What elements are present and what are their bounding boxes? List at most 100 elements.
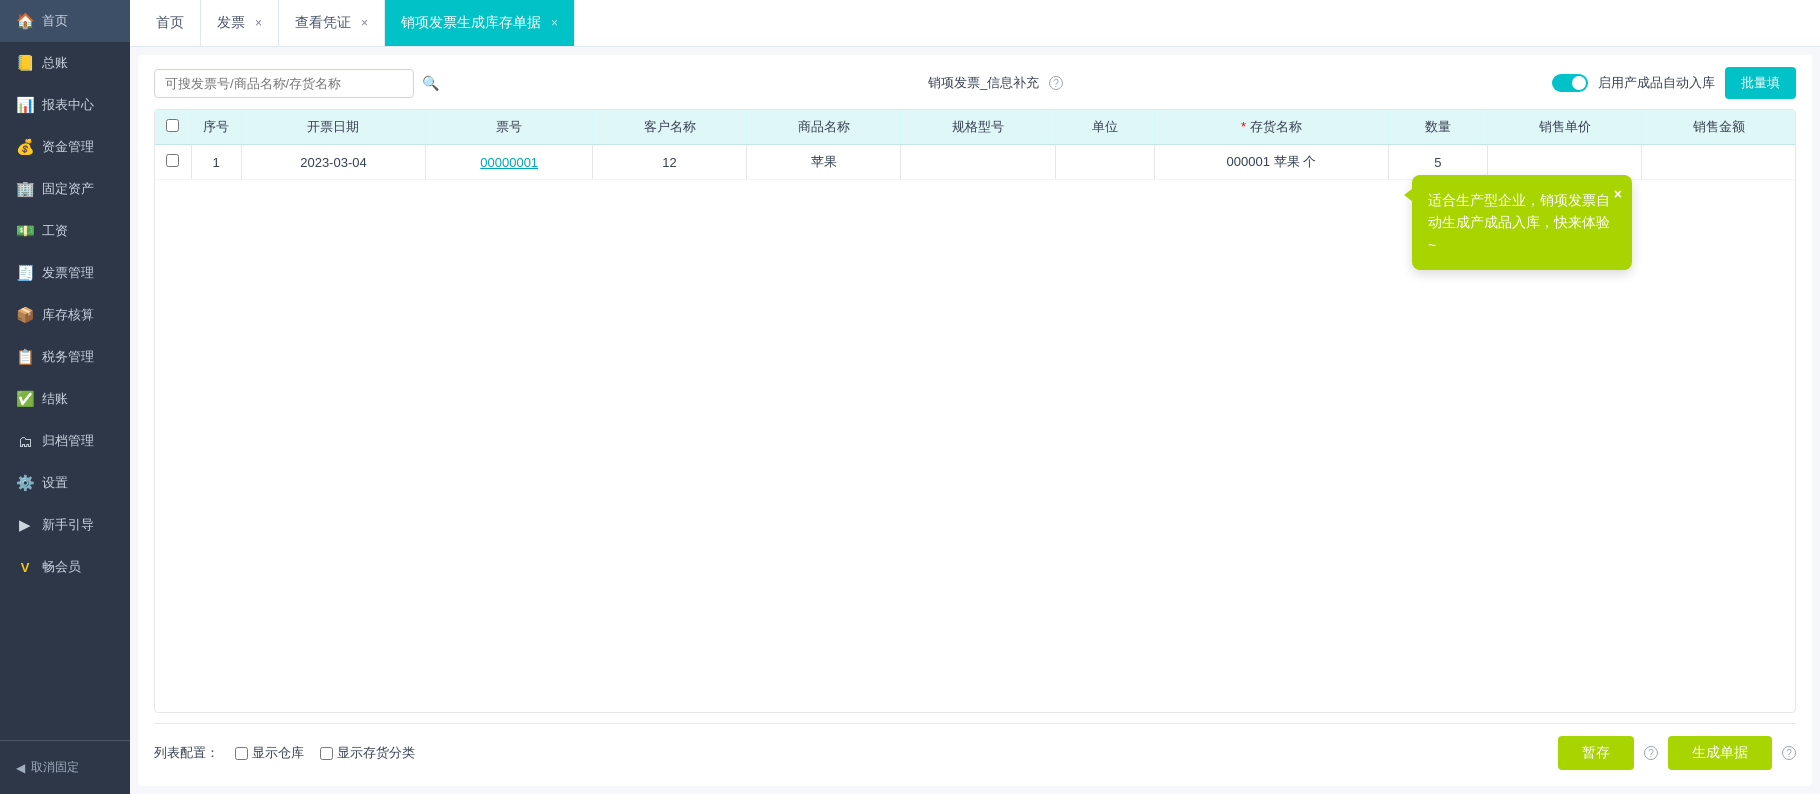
bottom-actions: 暂存 ? 生成单据 ? <box>1558 736 1796 770</box>
sidebar-item-reports[interactable]: 📊 报表中心 <box>0 84 130 126</box>
row-product: 苹果 <box>747 145 901 180</box>
show-warehouse-checkbox[interactable] <box>235 747 248 760</box>
info-area: 销项发票_信息补充 ? <box>928 74 1063 92</box>
tab-voucher-close[interactable]: × <box>361 16 368 30</box>
sidebar-item-invoice-mgmt[interactable]: 🧾 发票管理 <box>0 252 130 294</box>
sidebar-item-inventory[interactable]: 📦 库存核算 <box>0 294 130 336</box>
home-icon: 🏠 <box>16 12 34 30</box>
row-checkbox[interactable] <box>166 154 179 167</box>
inventory-icon: 📦 <box>16 306 34 324</box>
sidebar-label-home: 首页 <box>42 12 68 30</box>
auto-warehousing-toggle[interactable] <box>1552 74 1588 92</box>
search-input[interactable] <box>154 69 414 98</box>
page-content: 🔍 销项发票_信息补充 ? 启用产成品自动入库 批量填 <box>138 55 1812 786</box>
fixed-assets-icon: 🏢 <box>16 180 34 198</box>
sidebar-label-tax: 税务管理 <box>42 348 94 366</box>
show-category-label: 显示存货分类 <box>337 744 415 762</box>
sidebar-item-fixed-assets[interactable]: 🏢 固定资产 <box>0 168 130 210</box>
sidebar-item-closing[interactable]: ✅ 结账 <box>0 378 130 420</box>
toolbar: 🔍 销项发票_信息补充 ? 启用产成品自动入库 批量填 <box>154 67 1796 99</box>
table-header-inventory: * 存货名称 <box>1154 110 1388 145</box>
generate-button[interactable]: 生成单据 <box>1668 736 1772 770</box>
sidebar-item-archive[interactable]: 🗂 归档管理 <box>0 420 130 462</box>
sidebar: 🏠 首页 📒 总账 📊 报表中心 💰 资金管理 🏢 固定资产 💵 工资 🧾 发票… <box>0 0 130 794</box>
data-table: 序号 开票日期 票号 客户名称 商品名称 规格型号 单位 * 存货名称 数量 销… <box>155 110 1795 180</box>
search-area: 🔍 <box>154 69 439 98</box>
payroll-icon: 💵 <box>16 222 34 240</box>
ledger-icon: 📒 <box>16 54 34 72</box>
list-config: 列表配置： 显示仓库 显示存货分类 <box>154 744 415 762</box>
tab-sales[interactable]: 销项发票生成库存单据 × <box>385 0 575 46</box>
sidebar-bottom: ◀ 取消固定 <box>0 740 130 794</box>
toggle-label: 启用产成品自动入库 <box>1598 74 1715 92</box>
row-unit <box>1055 145 1154 180</box>
sidebar-item-payroll[interactable]: 💵 工资 <box>0 210 130 252</box>
show-warehouse-option[interactable]: 显示仓库 <box>235 744 304 762</box>
bottom-bar: 列表配置： 显示仓库 显示存货分类 暂存 ? 生成单据 ? <box>154 723 1796 774</box>
row-amount <box>1642 145 1795 180</box>
table-header-checkbox <box>155 110 191 145</box>
sidebar-item-settings[interactable]: ⚙️ 设置 <box>0 462 130 504</box>
batch-fill-button[interactable]: 批量填 <box>1725 67 1796 99</box>
info-label: 销项发票_信息补充 <box>928 74 1039 92</box>
sidebar-label-fixed-assets: 固定资产 <box>42 180 94 198</box>
closing-icon: ✅ <box>16 390 34 408</box>
table-header-seq: 序号 <box>191 110 241 145</box>
tab-sales-label: 销项发票生成库存单据 <box>401 14 541 32</box>
tab-voucher-label: 查看凭证 <box>295 14 351 32</box>
show-category-checkbox[interactable] <box>320 747 333 760</box>
tab-invoice[interactable]: 发票 × <box>201 0 279 46</box>
archive-icon: 🗂 <box>16 433 34 450</box>
config-label: 列表配置： <box>154 744 219 762</box>
tab-bar: 首页 发票 × 查看凭证 × 销项发票生成库存单据 × <box>130 0 1820 47</box>
sidebar-label-inventory: 库存核算 <box>42 306 94 324</box>
save-question-icon[interactable]: ? <box>1644 746 1658 760</box>
row-inventory: 000001 苹果 个 <box>1154 145 1388 180</box>
ticket-link[interactable]: 00000001 <box>480 155 538 170</box>
tooltip-text: 适合生产型企业，销项发票自动生成产成品入库，快来体验~ <box>1428 192 1610 253</box>
row-seq: 1 <box>191 145 241 180</box>
search-icon[interactable]: 🔍 <box>422 75 439 91</box>
table-header-amount: 销售金额 <box>1642 110 1795 145</box>
tab-home-label: 首页 <box>156 14 184 32</box>
sidebar-label-invoice-mgmt: 发票管理 <box>42 264 94 282</box>
show-category-option[interactable]: 显示存货分类 <box>320 744 415 762</box>
sidebar-item-ledger[interactable]: 📒 总账 <box>0 42 130 84</box>
table-header-unit: 单位 <box>1055 110 1154 145</box>
reports-icon: 📊 <box>16 96 34 114</box>
tab-voucher[interactable]: 查看凭证 × <box>279 0 385 46</box>
invoice-mgmt-icon: 🧾 <box>16 264 34 282</box>
main-content: 首页 发票 × 查看凭证 × 销项发票生成库存单据 × 🔍 销项发票_信息补充 … <box>130 0 1820 794</box>
sidebar-item-guide[interactable]: ▶ 新手引导 <box>0 504 130 546</box>
show-warehouse-label: 显示仓库 <box>252 744 304 762</box>
sidebar-item-funds[interactable]: 💰 资金管理 <box>0 126 130 168</box>
sidebar-item-member[interactable]: V 畅会员 <box>0 546 130 588</box>
sidebar-label-archive: 归档管理 <box>42 432 94 450</box>
tab-invoice-label: 发票 <box>217 14 245 32</box>
toggle-knob <box>1572 76 1586 90</box>
select-all-checkbox[interactable] <box>166 119 179 132</box>
sidebar-label-member: 畅会员 <box>42 558 81 576</box>
generate-question-icon[interactable]: ? <box>1782 746 1796 760</box>
table-header-product: 商品名称 <box>747 110 901 145</box>
tooltip-close-button[interactable]: × <box>1614 183 1622 205</box>
sidebar-label-funds: 资金管理 <box>42 138 94 156</box>
cancel-fixed-button[interactable]: ◀ 取消固定 <box>0 749 130 786</box>
save-button[interactable]: 暂存 <box>1558 736 1634 770</box>
table-header-spec: 规格型号 <box>901 110 1055 145</box>
row-ticket-no: 00000001 <box>426 145 593 180</box>
table-header-qty: 数量 <box>1388 110 1487 145</box>
member-icon: V <box>16 560 34 575</box>
row-checkbox-cell <box>155 145 191 180</box>
info-question-icon[interactable]: ? <box>1049 76 1063 90</box>
tab-home[interactable]: 首页 <box>140 0 201 46</box>
sidebar-label-reports: 报表中心 <box>42 96 94 114</box>
tab-invoice-close[interactable]: × <box>255 16 262 30</box>
tab-sales-close[interactable]: × <box>551 16 558 30</box>
sidebar-item-tax[interactable]: 📋 税务管理 <box>0 336 130 378</box>
table-header-date: 开票日期 <box>241 110 426 145</box>
sidebar-item-home[interactable]: 🏠 首页 <box>0 0 130 42</box>
tooltip-popup: × 适合生产型企业，销项发票自动生成产成品入库，快来体验~ <box>1412 175 1632 270</box>
settings-icon: ⚙️ <box>16 474 34 492</box>
sidebar-label-closing: 结账 <box>42 390 68 408</box>
